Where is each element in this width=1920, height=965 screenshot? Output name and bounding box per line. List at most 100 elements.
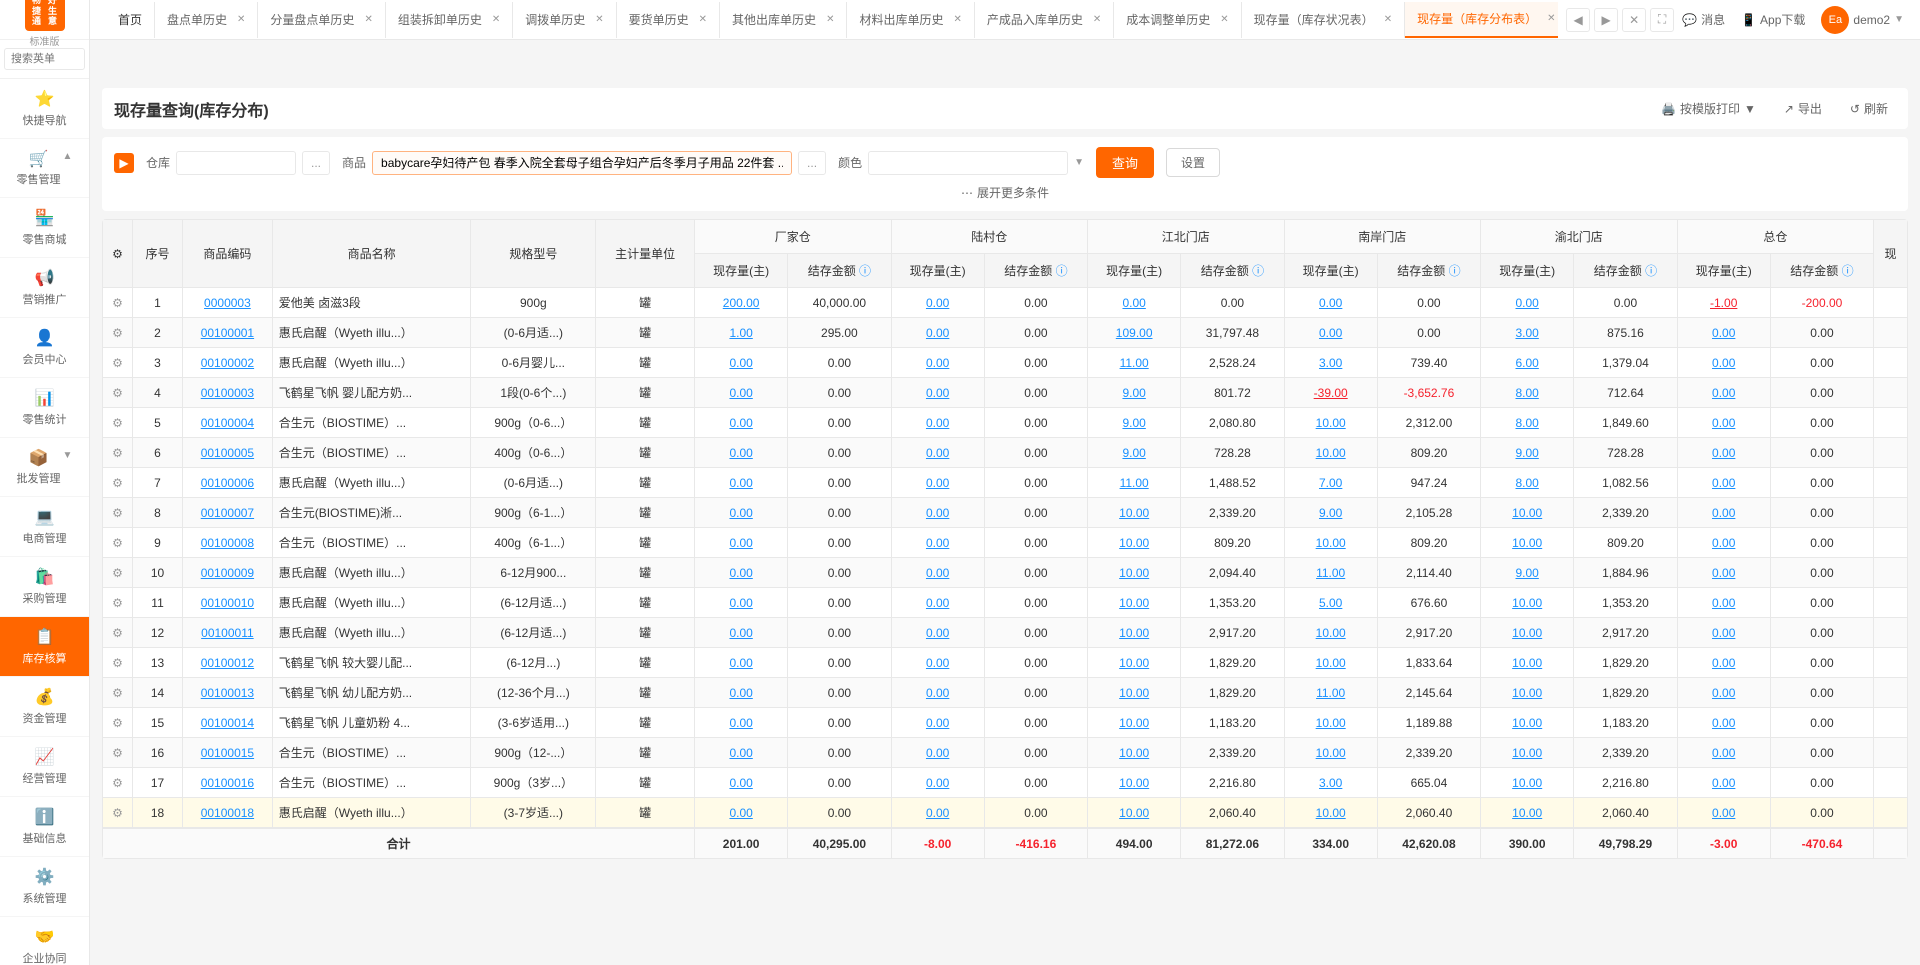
row-code[interactable]: 00100006 xyxy=(183,468,273,498)
tab-material-out[interactable]: 材料出库单历史 ✕ xyxy=(847,2,974,38)
row-yuebei-stock[interactable]: 8.00 xyxy=(1481,378,1574,408)
row-factory-stock[interactable]: 0.00 xyxy=(694,558,787,588)
row-code[interactable]: 00100005 xyxy=(183,438,273,468)
row-luji-stock[interactable]: 0.00 xyxy=(891,768,984,798)
row-yuebei-stock[interactable]: 0.00 xyxy=(1481,288,1574,318)
tab-close-icon[interactable]: ✕ xyxy=(1547,13,1555,24)
goods-dots-btn[interactable]: ... xyxy=(798,151,826,175)
row-yuebei-stock[interactable]: 10.00 xyxy=(1481,708,1574,738)
tab-close-icon[interactable]: ✕ xyxy=(1384,14,1392,25)
tab-close-icon[interactable]: ✕ xyxy=(237,14,245,25)
row-nanan-stock[interactable]: 10.00 xyxy=(1284,648,1377,678)
row-total-stock[interactable]: 0.00 xyxy=(1677,558,1770,588)
row-gear[interactable]: ⚙ xyxy=(103,498,133,528)
row-factory-stock[interactable]: 0.00 xyxy=(694,378,787,408)
row-luji-stock[interactable]: 0.00 xyxy=(891,798,984,829)
row-total-stock[interactable]: 0.00 xyxy=(1677,738,1770,768)
row-gear[interactable]: ⚙ xyxy=(103,468,133,498)
row-jiangbei-stock[interactable]: 11.00 xyxy=(1088,348,1181,378)
row-yuebei-stock[interactable]: 3.00 xyxy=(1481,318,1574,348)
row-luji-stock[interactable]: 0.00 xyxy=(891,288,984,318)
row-nanan-stock[interactable]: 3.00 xyxy=(1284,348,1377,378)
tab-other-out[interactable]: 其他出库单历史 ✕ xyxy=(720,2,847,38)
row-nanan-stock[interactable]: -39.00 xyxy=(1284,378,1377,408)
row-factory-stock[interactable]: 1.00 xyxy=(694,318,787,348)
row-code[interactable]: 00100001 xyxy=(183,318,273,348)
row-yuebei-stock[interactable]: 10.00 xyxy=(1481,738,1574,768)
row-factory-stock[interactable]: 0.00 xyxy=(694,678,787,708)
tab-fullscreen-btn[interactable]: ⛶ xyxy=(1650,8,1674,32)
warehouse-dots-btn[interactable]: ... xyxy=(302,151,330,175)
row-luji-stock[interactable]: 0.00 xyxy=(891,378,984,408)
tab-current-status[interactable]: 现存量（库存状况表） ✕ xyxy=(1242,2,1405,38)
tab-close-all-btn[interactable]: ✕ xyxy=(1622,8,1646,32)
app-download-btn[interactable]: 📱 App下载 xyxy=(1741,11,1805,28)
row-gear[interactable]: ⚙ xyxy=(103,408,133,438)
row-code[interactable]: 00100008 xyxy=(183,528,273,558)
row-gear[interactable]: ⚙ xyxy=(103,558,133,588)
tab-next-btn[interactable]: ▶ xyxy=(1594,8,1618,32)
row-yuebei-stock[interactable]: 10.00 xyxy=(1481,768,1574,798)
row-code[interactable]: 0000003 xyxy=(183,288,273,318)
tab-requisition[interactable]: 要货单历史 ✕ xyxy=(617,2,720,38)
row-nanan-stock[interactable]: 9.00 xyxy=(1284,498,1377,528)
row-luji-stock[interactable]: 0.00 xyxy=(891,468,984,498)
row-gear[interactable]: ⚙ xyxy=(103,528,133,558)
row-factory-stock[interactable]: 0.00 xyxy=(694,588,787,618)
row-total-stock[interactable]: 0.00 xyxy=(1677,438,1770,468)
row-code[interactable]: 00100002 xyxy=(183,348,273,378)
row-gear[interactable]: ⚙ xyxy=(103,798,133,829)
row-factory-stock[interactable]: 0.00 xyxy=(694,468,787,498)
row-factory-stock[interactable]: 0.00 xyxy=(694,408,787,438)
row-gear[interactable]: ⚙ xyxy=(103,348,133,378)
row-gear[interactable]: ⚙ xyxy=(103,588,133,618)
row-yuebei-stock[interactable]: 10.00 xyxy=(1481,648,1574,678)
row-nanan-stock[interactable]: 3.00 xyxy=(1284,768,1377,798)
row-yuebei-stock[interactable]: 10.00 xyxy=(1481,498,1574,528)
row-nanan-stock[interactable]: 10.00 xyxy=(1284,528,1377,558)
row-jiangbei-stock[interactable]: 10.00 xyxy=(1088,708,1181,738)
row-factory-stock[interactable]: 200.00 xyxy=(694,288,787,318)
row-jiangbei-stock[interactable]: 9.00 xyxy=(1088,438,1181,468)
sidebar-item-inventory[interactable]: 📋 库存核算 xyxy=(0,617,89,677)
row-code[interactable]: 00100004 xyxy=(183,408,273,438)
row-total-stock[interactable]: 0.00 xyxy=(1677,348,1770,378)
row-total-stock[interactable]: -1.00 xyxy=(1677,288,1770,318)
row-factory-stock[interactable]: 0.00 xyxy=(694,708,787,738)
row-yuebei-stock[interactable]: 10.00 xyxy=(1481,618,1574,648)
tab-close-icon[interactable]: ✕ xyxy=(699,14,707,25)
tab-branch-count[interactable]: 分量盘点单历史 ✕ xyxy=(258,2,385,38)
row-luji-stock[interactable]: 0.00 xyxy=(891,528,984,558)
query-btn[interactable]: 查询 xyxy=(1096,147,1154,178)
row-jiangbei-stock[interactable]: 0.00 xyxy=(1088,288,1181,318)
row-nanan-stock[interactable]: 10.00 xyxy=(1284,708,1377,738)
row-total-stock[interactable]: 0.00 xyxy=(1677,708,1770,738)
row-total-stock[interactable]: 0.00 xyxy=(1677,768,1770,798)
goods-input[interactable] xyxy=(372,151,792,175)
row-total-stock[interactable]: 0.00 xyxy=(1677,468,1770,498)
settings-btn[interactable]: 设置 xyxy=(1166,148,1220,177)
warehouse-input[interactable] xyxy=(176,151,296,175)
sidebar-item-retail[interactable]: 🛒 零售管理 ▲ xyxy=(0,139,89,198)
row-yuebei-stock[interactable]: 10.00 xyxy=(1481,678,1574,708)
row-yuebei-stock[interactable]: 10.00 xyxy=(1481,798,1574,829)
row-code[interactable]: 00100016 xyxy=(183,768,273,798)
row-luji-stock[interactable]: 0.00 xyxy=(891,408,984,438)
row-gear[interactable]: ⚙ xyxy=(103,648,133,678)
row-factory-stock[interactable]: 0.00 xyxy=(694,738,787,768)
export-btn[interactable]: ↗ 导出 xyxy=(1776,96,1830,121)
row-total-stock[interactable]: 0.00 xyxy=(1677,648,1770,678)
row-code[interactable]: 00100018 xyxy=(183,798,273,829)
sidebar-item-retail-stats[interactable]: 📊 零售统计 xyxy=(0,378,89,438)
row-nanan-stock[interactable]: 10.00 xyxy=(1284,438,1377,468)
tab-close-icon[interactable]: ✕ xyxy=(595,14,603,25)
row-jiangbei-stock[interactable]: 10.00 xyxy=(1088,678,1181,708)
sidebar-item-member[interactable]: 👤 会员中心 xyxy=(0,318,89,378)
gear-header[interactable]: ⚙ xyxy=(103,220,133,288)
sidebar-item-marketing[interactable]: 📢 营销推广 xyxy=(0,258,89,318)
row-nanan-stock[interactable]: 0.00 xyxy=(1284,318,1377,348)
tab-close-icon[interactable]: ✕ xyxy=(826,14,834,25)
row-jiangbei-stock[interactable]: 10.00 xyxy=(1088,498,1181,528)
row-nanan-stock[interactable]: 10.00 xyxy=(1284,738,1377,768)
row-nanan-stock[interactable]: 7.00 xyxy=(1284,468,1377,498)
